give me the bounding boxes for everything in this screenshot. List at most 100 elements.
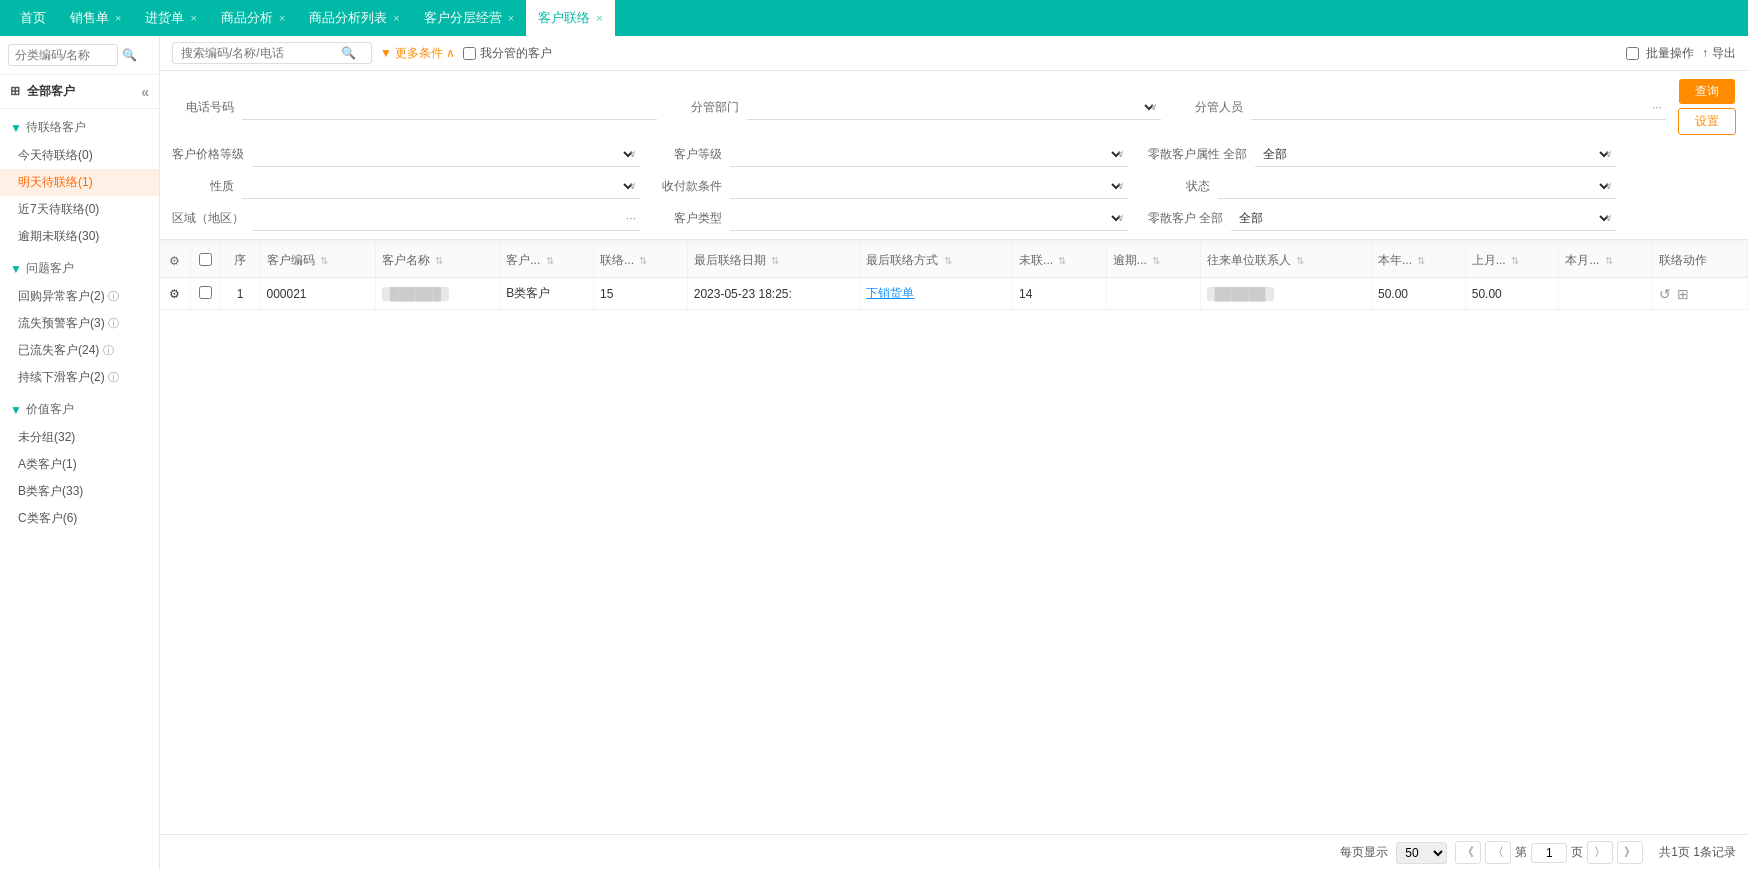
filter-dept-control[interactable]: ∨ xyxy=(747,94,1162,120)
table-header-row: 序 客户编码 客户名称 客户... 联络... 最后联络日期 最后联络方式 未联… xyxy=(160,244,1748,278)
col-name-header[interactable]: 客户名称 xyxy=(375,244,499,278)
col-this-year-header[interactable]: 本年... xyxy=(1371,244,1465,278)
sidebar-item-流失预警客户(3)[interactable]: 流失预警客户(3) ⓘ xyxy=(0,310,159,337)
sidebar-item-C类客户(6)[interactable]: C类客户(6) xyxy=(0,505,159,532)
row-checkbox-cell[interactable] xyxy=(190,278,220,310)
filter-customer-level-control[interactable]: ∨ xyxy=(730,141,1128,167)
export-btn[interactable]: ↑ 导出 xyxy=(1702,45,1736,62)
nav-item-product-analysis[interactable]: 商品分析× xyxy=(209,0,297,36)
col-overdue-header[interactable]: 逾期... xyxy=(1106,244,1200,278)
sidebar-search-input[interactable] xyxy=(8,44,118,66)
all-customers-section[interactable]: ⊞ 全部客户 « xyxy=(0,75,159,109)
sidebar-search-icon[interactable]: 🔍 xyxy=(122,48,137,62)
filter-price-level-control[interactable]: ∨ xyxy=(252,141,640,167)
filter-customer-level-select[interactable] xyxy=(734,146,1124,162)
filter-payment-select[interactable] xyxy=(734,178,1124,194)
page-size-select[interactable]: 20 50 100 200 xyxy=(1396,842,1447,864)
filter-customer-type-select[interactable] xyxy=(734,210,1124,226)
col-no-header: 序 xyxy=(220,244,260,278)
region-ellipsis-icon[interactable]: ··· xyxy=(626,211,636,225)
col-code-header[interactable]: 客户编码 xyxy=(260,244,375,278)
nav-close-sales[interactable]: × xyxy=(115,12,121,24)
nav-item-home[interactable]: 首页 xyxy=(8,0,58,36)
col-last-month-header[interactable]: 上月... xyxy=(1465,244,1559,278)
nav-item-product-analysis-list[interactable]: 商品分析列表× xyxy=(297,0,411,36)
filter-person-control[interactable]: ··· xyxy=(1251,94,1666,120)
my-customers-checkbox[interactable] xyxy=(463,47,476,60)
filter-region-control[interactable]: ··· xyxy=(252,205,640,231)
ellipsis-icon[interactable]: ··· xyxy=(1652,100,1662,114)
main-search-input[interactable] xyxy=(181,46,341,60)
sidebar-item-逾期未联络(30)[interactable]: 逾期未联络(30) xyxy=(0,223,159,250)
sidebar-item-明天待联络(1)[interactable]: 明天待联络(1) xyxy=(0,169,159,196)
main-search-icon[interactable]: 🔍 xyxy=(341,46,356,60)
sidebar-item-B类客户(33)[interactable]: B类客户(33) xyxy=(0,478,159,505)
set-button[interactable]: 设置 xyxy=(1678,108,1736,135)
nav-item-purchase[interactable]: 进货单× xyxy=(133,0,208,36)
filter-person-input[interactable] xyxy=(1255,100,1662,114)
col-last-method-header[interactable]: 最后联络方式 xyxy=(860,244,1013,278)
row-actions: ↺ ⊞ xyxy=(1653,278,1748,310)
nav-item-customer-contact[interactable]: 客户联络× xyxy=(526,0,614,36)
select-all-checkbox[interactable] xyxy=(199,253,212,266)
sort-icon-type xyxy=(544,253,554,267)
row-settings[interactable]: ⚙ xyxy=(160,278,190,310)
filter-status-select[interactable] xyxy=(1222,178,1612,194)
filter-nature-select[interactable] xyxy=(246,178,636,194)
nav-close-customer-tier[interactable]: × xyxy=(508,12,514,24)
sidebar-item-回购异常客户(2)[interactable]: 回购异常客户(2) ⓘ xyxy=(0,283,159,310)
batch-checkbox[interactable] xyxy=(1626,47,1639,60)
sidebar-item-已流失客户(24)[interactable]: 已流失客户(24) ⓘ xyxy=(0,337,159,364)
page-input[interactable] xyxy=(1531,843,1567,863)
my-customers-checkbox-label[interactable]: 我分管的客户 xyxy=(463,45,552,62)
sidebar-item-A类客户(1)[interactable]: A类客户(1) xyxy=(0,451,159,478)
col-contact-count-header[interactable]: 联络... xyxy=(594,244,688,278)
filter-nature-control[interactable]: ∨ xyxy=(242,173,640,199)
nav-close-product-analysis-list[interactable]: × xyxy=(393,12,399,24)
col-last-date-header[interactable]: 最后联络日期 xyxy=(687,244,860,278)
filter-customer-type-control[interactable]: ∨ xyxy=(730,205,1128,231)
nav-close-product-analysis[interactable]: × xyxy=(279,12,285,24)
last-page-btn[interactable]: 》 xyxy=(1617,841,1643,864)
sidebar-item-今天待联络(0)[interactable]: 今天待联络(0) xyxy=(0,142,159,169)
nav-item-customer-tier[interactable]: 客户分层经营× xyxy=(412,0,526,36)
first-page-btn[interactable]: 《 xyxy=(1455,841,1481,864)
col-unreached-header[interactable]: 未联... xyxy=(1013,244,1107,278)
masked-contact: ██████ xyxy=(1207,287,1274,301)
row-checkbox[interactable] xyxy=(199,286,212,299)
last-method-link[interactable]: 下销货单 xyxy=(866,286,914,300)
sidebar-item-近7天待联络(0)[interactable]: 近7天待联络(0) xyxy=(0,196,159,223)
next-page-btn[interactable]: 〉 xyxy=(1587,841,1613,864)
filter-region-input[interactable] xyxy=(256,211,636,225)
batch-op-btn[interactable]: 批量操作 xyxy=(1626,45,1694,62)
filter-payment-control[interactable]: ∨ xyxy=(730,173,1128,199)
col-settings-header[interactable] xyxy=(160,244,190,278)
sort-icon-unreached xyxy=(1056,253,1066,267)
filter-status-control[interactable]: ∨ xyxy=(1218,173,1616,199)
filter-phone-control[interactable] xyxy=(242,94,657,120)
query-button[interactable]: 查询 xyxy=(1679,79,1735,104)
collapse-icon[interactable]: « xyxy=(141,84,149,100)
col-type-header[interactable]: 客户... xyxy=(500,244,594,278)
filter-price-level-select[interactable] xyxy=(256,146,636,162)
filter-scatter-customer-select[interactable]: 全部 xyxy=(1235,210,1612,226)
col-company-contact-header[interactable]: 往来单位联系人 xyxy=(1200,244,1371,278)
nav-close-purchase[interactable]: × xyxy=(190,12,196,24)
grid-action-icon[interactable]: ⊞ xyxy=(1677,286,1689,302)
col-this-month-header[interactable]: 本月... xyxy=(1559,244,1653,278)
sidebar-item-未分组(32)[interactable]: 未分组(32) xyxy=(0,424,159,451)
more-filter-btn[interactable]: ▼ 更多条件 ∧ xyxy=(380,45,455,62)
refresh-action-icon[interactable]: ↺ xyxy=(1659,286,1671,302)
nav-close-customer-contact[interactable]: × xyxy=(596,12,602,24)
filter-dept-select[interactable] xyxy=(751,99,1158,115)
filter-dept-label: 分管部门 xyxy=(677,99,747,116)
sort-icon-year xyxy=(1415,253,1425,267)
filter-scatter-attr-select[interactable]: 全部 xyxy=(1259,146,1612,162)
filter-phone-input[interactable] xyxy=(246,100,653,114)
sidebar-item-持续下滑客户(2)[interactable]: 持续下滑客户(2) ⓘ xyxy=(0,364,159,391)
filter-scatter-attr-control[interactable]: 全部 ∨ xyxy=(1255,141,1616,167)
filter-scatter-customer-control[interactable]: 全部 ∨ xyxy=(1231,205,1616,231)
prev-page-btn[interactable]: 〈 xyxy=(1485,841,1511,864)
nav-item-sales[interactable]: 销售单× xyxy=(58,0,133,36)
col-checkbox-header[interactable] xyxy=(190,244,220,278)
